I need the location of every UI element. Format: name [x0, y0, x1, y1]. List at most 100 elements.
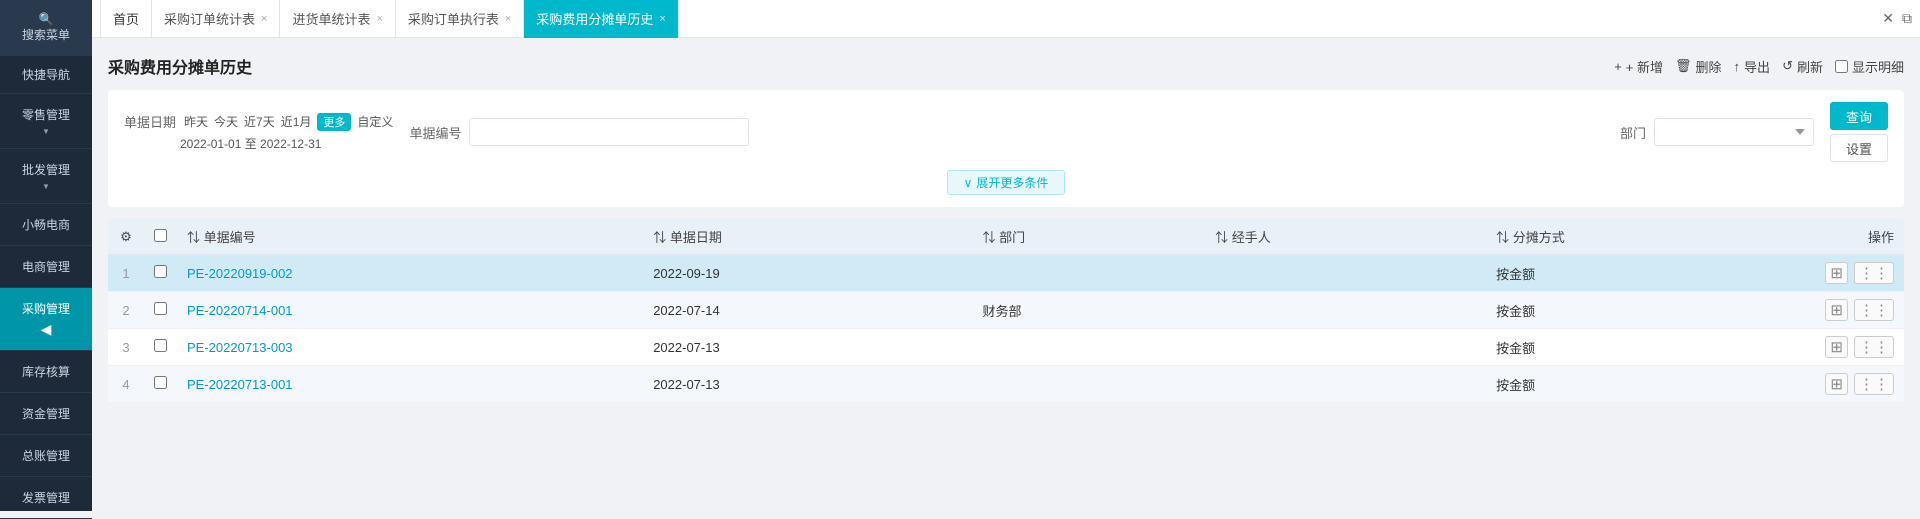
data-table: ⚙ ⇅ 单据编号 ⇅ 单据日期 [108, 219, 1904, 403]
show-columns-checkbox[interactable] [1835, 60, 1848, 73]
close-tab-purchase-order-stat-icon[interactable]: × [261, 13, 267, 25]
th-checkbox [144, 219, 177, 255]
row-num-3: 3 [108, 329, 144, 366]
show-columns-toggle[interactable]: 显示明细 [1835, 57, 1904, 76]
sidebar-item-ecommerce-small[interactable]: 小畅电商 [0, 204, 92, 246]
row-select-checkbox-2[interactable] [154, 302, 167, 315]
th-settings[interactable]: ⚙ [108, 219, 144, 255]
row-dept-2: 财务部 [972, 292, 1205, 329]
row-checkbox-2[interactable] [144, 292, 177, 329]
view-icon-1[interactable]: ⊞ [1825, 262, 1848, 284]
filter-area: 单据日期 昨天 今天 近7天 近1月 更多 自定义 2022-01-01 至 2… [108, 90, 1904, 207]
settings-icon[interactable]: ⚙ [120, 229, 132, 244]
sidebar-item-wholesale[interactable]: 批发管理 ▼ [0, 149, 92, 204]
close-tab-purchase-order-exec-icon[interactable]: × [505, 13, 511, 25]
sidebar-item-purchase[interactable]: 采购管理 ◀ [0, 288, 92, 351]
tab-stock-stat[interactable]: 进货单统计表 × [280, 0, 395, 38]
page-content: 采购费用分摊单历史 + + 新增 🗑 删除 ↑ 导出 ↺ 刷新 [92, 38, 1920, 511]
sidebar-item-ecommerce[interactable]: 电商管理 [0, 246, 92, 288]
shortcut-more[interactable]: 更多 [317, 113, 351, 131]
filter-row-1: 单据日期 昨天 今天 近7天 近1月 更多 自定义 2022-01-01 至 2… [124, 102, 1888, 162]
edit-icon-4[interactable]: ⋮⋮ [1854, 373, 1894, 395]
close-window-icon[interactable]: ✕ [1882, 10, 1894, 27]
query-button[interactable]: 查询 [1830, 102, 1888, 130]
tab-bar: 首页 采购订单统计表 × 进货单统计表 × 采购订单执行表 × 采购费用分摊单历… [92, 0, 1920, 38]
row-checkbox-1[interactable] [144, 255, 177, 292]
sidebar-item-finance[interactable]: 资金管理 [0, 393, 92, 435]
shortcut-today[interactable]: 今天 [214, 113, 238, 130]
row-checkbox-4[interactable] [144, 366, 177, 403]
doc-num-link-4[interactable]: PE-20220713-001 [187, 377, 293, 392]
th-dept-sort-icon[interactable]: ⇅ [982, 230, 995, 245]
edit-icon-1[interactable]: ⋮⋮ [1854, 262, 1894, 284]
th-doc-num-sort-icon[interactable]: ⇅ [187, 230, 200, 245]
tab-purchase-order-exec[interactable]: 采购订单执行表 × [396, 0, 524, 38]
add-button[interactable]: + + 新增 [1614, 57, 1663, 76]
date-shortcut-row: 单据日期 昨天 今天 近7天 近1月 更多 自定义 [124, 112, 393, 131]
tab-home[interactable]: 首页 [100, 0, 152, 38]
sidebar-inventory-label: 库存核算 [22, 363, 70, 380]
expand-filter-button[interactable]: ∨ 展开更多条件 [947, 170, 1066, 195]
maximize-window-icon[interactable]: ⧉ [1902, 10, 1912, 27]
th-doc-num-label: 单据编号 [204, 230, 256, 245]
sidebar-item-retail[interactable]: 零售管理 ▼ [0, 94, 92, 149]
sidebar-item-quicknav[interactable]: 快捷导航 [0, 56, 92, 94]
refresh-label: 刷新 [1797, 57, 1823, 76]
action-icons-2: ⊞ ⋮⋮ [1825, 299, 1894, 321]
doc-num-link-1[interactable]: PE-20220919-002 [187, 266, 293, 281]
edit-icon-3[interactable]: ⋮⋮ [1854, 336, 1894, 358]
shortcut-1month[interactable]: 近1月 [281, 113, 312, 130]
export-button[interactable]: ↑ 导出 [1734, 57, 1771, 76]
sidebar-active-indicator: ◀ [41, 321, 52, 338]
shortcut-yesterday[interactable]: 昨天 [184, 113, 208, 130]
table-header: ⚙ ⇅ 单据编号 ⇅ 单据日期 [108, 219, 1904, 255]
row-select-checkbox-1[interactable] [154, 265, 167, 278]
sidebar-item-inventory[interactable]: 库存核算 [0, 351, 92, 393]
th-doc-num: ⇅ 单据编号 [177, 219, 643, 255]
sidebar-item-search[interactable]: 🔍 搜索菜单 [0, 0, 92, 56]
sidebar-item-ledger[interactable]: 总账管理 [0, 435, 92, 477]
doc-num-link-3[interactable]: PE-20220713-003 [187, 340, 293, 355]
tab-cost-alloc-history[interactable]: 采购费用分摊单历史 × [524, 0, 678, 38]
sidebar: 🔍 搜索菜单 快捷导航 零售管理 ▼ 批发管理 ▼ 小畅电商 电商管理 采购管理… [0, 0, 92, 511]
refresh-button[interactable]: ↺ 刷新 [1782, 57, 1823, 76]
delete-button[interactable]: 🗑 删除 [1675, 57, 1722, 76]
row-doc-date-4: 2022-07-13 [643, 366, 972, 403]
tab-stock-stat-label: 进货单统计表 [292, 9, 370, 28]
th-doc-date-sort-icon[interactable]: ⇅ [653, 230, 666, 245]
row-handler-1 [1205, 255, 1486, 292]
row-doc-num-2: PE-20220714-001 [177, 292, 643, 329]
settings-button[interactable]: 设置 [1830, 134, 1888, 162]
select-all-checkbox[interactable] [154, 229, 167, 242]
row-select-checkbox-4[interactable] [154, 376, 167, 389]
view-icon-2[interactable]: ⊞ [1825, 299, 1848, 321]
page-header: 采购费用分摊单历史 + + 新增 🗑 删除 ↑ 导出 ↺ 刷新 [108, 54, 1904, 78]
th-dept: ⇅ 部门 [972, 219, 1205, 255]
tab-purchase-order-stat[interactable]: 采购订单统计表 × [152, 0, 280, 38]
row-checkbox-3[interactable] [144, 329, 177, 366]
export-label: 导出 [1744, 57, 1770, 76]
shortcut-custom[interactable]: 自定义 [357, 113, 393, 130]
row-select-checkbox-3[interactable] [154, 339, 167, 352]
tab-purchase-order-stat-label: 采购订单统计表 [164, 9, 255, 28]
date-filter-label: 单据日期 [124, 112, 176, 131]
th-alloc-sort-icon[interactable]: ⇅ [1496, 230, 1509, 245]
dept-select[interactable]: 财务部 [1654, 118, 1814, 146]
edit-icon-2[interactable]: ⋮⋮ [1854, 299, 1894, 321]
view-icon-3[interactable]: ⊞ [1825, 336, 1848, 358]
table-row: 3 PE-20220713-003 2022-07-13 按金额 ⊞ ⋮⋮ [108, 329, 1904, 366]
view-icon-4[interactable]: ⊞ [1825, 373, 1848, 395]
close-tab-stock-stat-icon[interactable]: × [376, 13, 382, 25]
sidebar-item-invoice[interactable]: 发票管理 [0, 477, 92, 519]
doc-num-link-2[interactable]: PE-20220714-001 [187, 303, 293, 318]
th-actions: 操作 [1815, 219, 1904, 255]
doc-num-input[interactable] [469, 118, 749, 146]
filter-expand-row: ∨ 展开更多条件 [124, 170, 1888, 195]
th-handler-sort-icon[interactable]: ⇅ [1215, 230, 1228, 245]
row-actions-4: ⊞ ⋮⋮ [1815, 366, 1904, 403]
th-handler-label: 经手人 [1232, 230, 1271, 245]
close-tab-cost-alloc-history-icon[interactable]: × [659, 13, 665, 25]
sidebar-purchase-label: 采购管理 [22, 300, 70, 317]
table-row: 2 PE-20220714-001 2022-07-14 财务部 按金额 ⊞ ⋮… [108, 292, 1904, 329]
shortcut-7days[interactable]: 近7天 [244, 113, 275, 130]
